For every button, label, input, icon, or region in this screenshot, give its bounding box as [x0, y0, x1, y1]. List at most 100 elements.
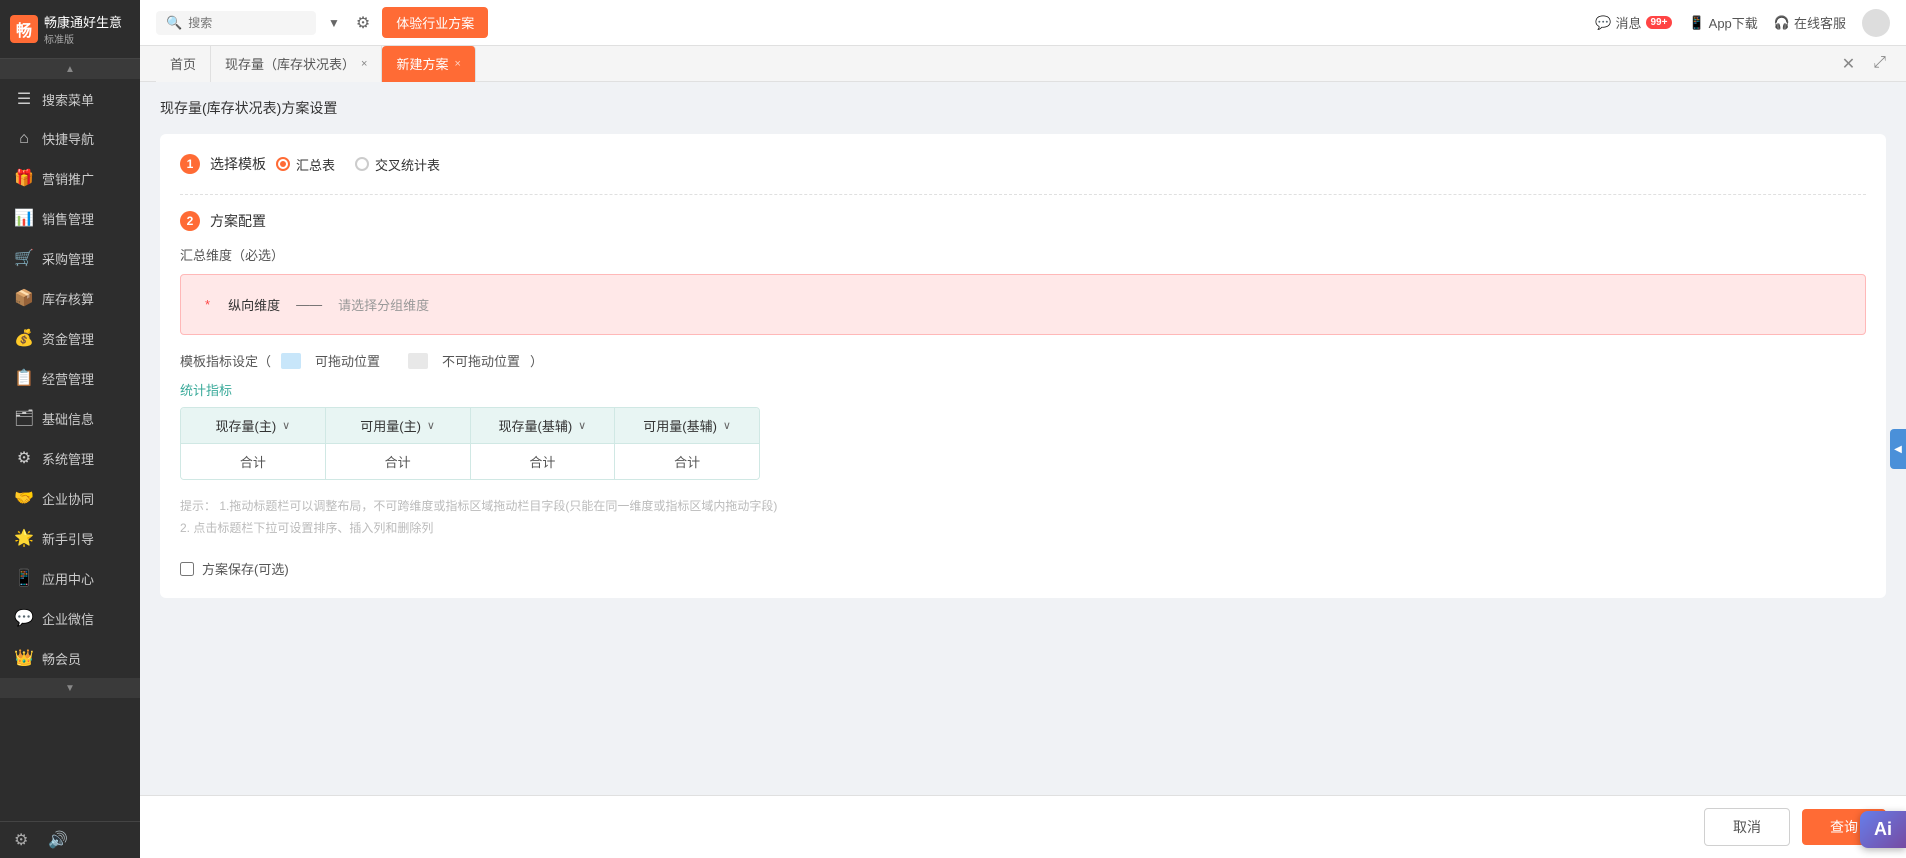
save-checkbox[interactable]	[180, 562, 194, 576]
tips-item2: 2. 点击标题栏下拉可设置排序、插入列和删除列	[180, 518, 1866, 540]
col-header-3[interactable]: 可用量(基辅) ∨	[615, 408, 759, 443]
app-center-icon: 📱	[14, 568, 34, 588]
cell-3: 合计	[615, 444, 759, 479]
sidebar-item-label: 企业协同	[42, 489, 94, 508]
cancel-button[interactable]: 取消	[1704, 808, 1790, 846]
sidebar-scroll-up[interactable]: ▲	[0, 59, 140, 79]
col-header-0[interactable]: 现存量(主) ∨	[181, 408, 326, 443]
marketing-icon: 🎁	[14, 168, 34, 188]
sidebar-item-label: 应用中心	[42, 569, 94, 588]
col-arrow-0[interactable]: ∨	[282, 419, 290, 432]
sidebar-item-wechat[interactable]: 💬 企业微信	[0, 598, 140, 638]
basic-info-icon: 🗂	[14, 408, 34, 428]
topbar-dropdown-icon[interactable]: ▼	[328, 16, 340, 30]
sidebar-item-label: 资金管理	[42, 329, 94, 348]
sidebar-item-label: 营销推广	[42, 169, 94, 188]
sidebar-item-newbie[interactable]: 🌟 新手引导	[0, 518, 140, 558]
required-mark: *	[205, 297, 210, 312]
tab-inventory-close[interactable]: ×	[361, 58, 367, 70]
tips-title: 提示：	[180, 499, 216, 513]
col-arrow-1[interactable]: ∨	[427, 419, 435, 432]
sidebar-item-search-menu[interactable]: ☰ 搜索菜单	[0, 79, 140, 119]
sidebar-item-purchase[interactable]: 🛒 采购管理	[0, 238, 140, 278]
indicator-settings-text: 模板指标设定（	[180, 351, 271, 370]
search-menu-icon: ☰	[14, 89, 34, 109]
col-header-2[interactable]: 现存量(基辅) ∨	[471, 408, 616, 443]
movable-indicator-swatch	[281, 353, 301, 369]
save-option: 方案保存(可选)	[180, 559, 1866, 578]
sidebar-item-label: 库存核算	[42, 289, 94, 308]
sidebar-item-marketing[interactable]: 🎁 营销推广	[0, 158, 140, 198]
search-input[interactable]	[188, 16, 288, 30]
sidebar-item-app-center[interactable]: 📱 应用中心	[0, 558, 140, 598]
message-button[interactable]: 💬 消息 99+	[1595, 13, 1672, 32]
page-title: 现存量(库存状况表)方案设置	[160, 98, 1886, 118]
sidebar-scroll-down[interactable]: ▼	[0, 678, 140, 698]
sidebar-item-member[interactable]: 👑 畅会员	[0, 638, 140, 678]
col-arrow-3[interactable]: ∨	[723, 419, 731, 432]
wechat-icon: 💬	[14, 608, 34, 628]
sidebar-item-sales[interactable]: 📊 销售管理	[0, 198, 140, 238]
tips-section: 提示： 1.拖动标题栏可以调整布局，不可跨维度或指标区域拖动栏目字段(只能在同一…	[180, 496, 1866, 539]
tab-new-plan-close[interactable]: ×	[454, 58, 460, 70]
divider1	[180, 194, 1866, 195]
col-header-1[interactable]: 可用量(主) ∨	[326, 408, 471, 443]
app-name: 畅康通好生意	[44, 12, 122, 31]
tab-home[interactable]: 首页	[156, 46, 211, 82]
stats-table-row: 合计 合计 合计 合计	[181, 443, 759, 479]
dimension-section-label: 汇总维度（必选）	[180, 245, 1866, 264]
member-icon: 👑	[14, 648, 34, 668]
indicator-end: ）	[530, 351, 543, 370]
col-label-2: 现存量(基辅)	[499, 416, 573, 435]
ai-float-button[interactable]: Ai	[1860, 811, 1906, 848]
fixed-label: 不可拖动位置	[442, 351, 520, 370]
sound-icon[interactable]: 🔊	[48, 830, 68, 850]
col-arrow-2[interactable]: ∨	[578, 419, 586, 432]
sidebar-item-basic-info[interactable]: 🗂 基础信息	[0, 398, 140, 438]
sidebar-item-system[interactable]: ⚙ 系统管理	[0, 438, 140, 478]
step1-header: 1 选择模板 汇总表 交叉统计表	[180, 154, 1866, 174]
radio-summary-circle	[276, 157, 290, 171]
tab-inventory[interactable]: 现存量（库存状况表） ×	[211, 46, 382, 82]
radio-cross[interactable]: 交叉统计表	[355, 155, 440, 174]
sidebar-item-enterprise[interactable]: 🤝 企业协同	[0, 478, 140, 518]
sidebar-item-label: 畅会员	[42, 649, 81, 668]
side-panel-toggle[interactable]: ◀	[1890, 429, 1906, 469]
movable-label: 可拖动位置	[315, 351, 380, 370]
system-icon: ⚙	[14, 448, 34, 468]
col-label-3: 可用量(基辅)	[643, 416, 717, 435]
save-label: 方案保存(可选)	[202, 559, 289, 578]
industry-plan-button[interactable]: 体验行业方案	[382, 7, 488, 38]
app-download-button[interactable]: 📱 App下载	[1688, 13, 1757, 32]
logo-icon: 畅	[10, 15, 38, 43]
message-badge: 99+	[1646, 16, 1673, 29]
dimension-select-area[interactable]: * 纵向维度 —— 请选择分组维度	[180, 274, 1866, 335]
step1-title: 选择模板	[210, 154, 266, 174]
tab-expand-icon[interactable]: ⤢	[1869, 54, 1890, 74]
topbar-search-box[interactable]: 🔍	[156, 11, 316, 35]
tab-new-plan-label: 新建方案	[396, 54, 448, 73]
sidebar-item-label: 经营管理	[42, 369, 94, 388]
avatar[interactable]	[1862, 9, 1890, 37]
tab-collapse-icon[interactable]: ✕	[1838, 54, 1859, 74]
sidebar-item-inventory[interactable]: 📦 库存核算	[0, 278, 140, 318]
step1-num: 1	[180, 154, 200, 174]
settings-icon[interactable]: ⚙	[14, 830, 28, 850]
online-service-label: 在线客服	[1794, 13, 1846, 32]
step2-section: 2 方案配置 汇总维度（必选） * 纵向维度 —— 请选择分组维度 模板指标设定…	[180, 211, 1866, 539]
newbie-icon: 🌟	[14, 528, 34, 548]
online-service-button[interactable]: 🎧 在线客服	[1774, 13, 1846, 32]
sidebar-item-operations[interactable]: 📋 经营管理	[0, 358, 140, 398]
topbar-gear-icon[interactable]: ⚙	[356, 13, 370, 33]
sidebar-item-quick-nav[interactable]: ⌂ 快捷导航	[0, 119, 140, 158]
tab-inventory-label: 现存量（库存状况表）	[225, 54, 355, 73]
message-icon: 💬	[1595, 15, 1611, 31]
col-label-0: 现存量(主)	[216, 416, 277, 435]
sidebar-item-finance[interactable]: 💰 资金管理	[0, 318, 140, 358]
tab-new-plan[interactable]: 新建方案 ×	[382, 46, 475, 82]
sidebar-item-label: 搜索菜单	[42, 90, 94, 109]
radio-summary[interactable]: 汇总表	[276, 155, 335, 174]
radio-cross-circle	[355, 157, 369, 171]
sidebar: 畅 畅康通好生意 标准版 ▲ ☰ 搜索菜单 ⌂ 快捷导航 🎁 营销推广 📊 销售…	[0, 0, 140, 858]
stats-table: 现存量(主) ∨ 可用量(主) ∨ 现存量(基辅) ∨ 可用量(基辅)	[180, 407, 760, 480]
